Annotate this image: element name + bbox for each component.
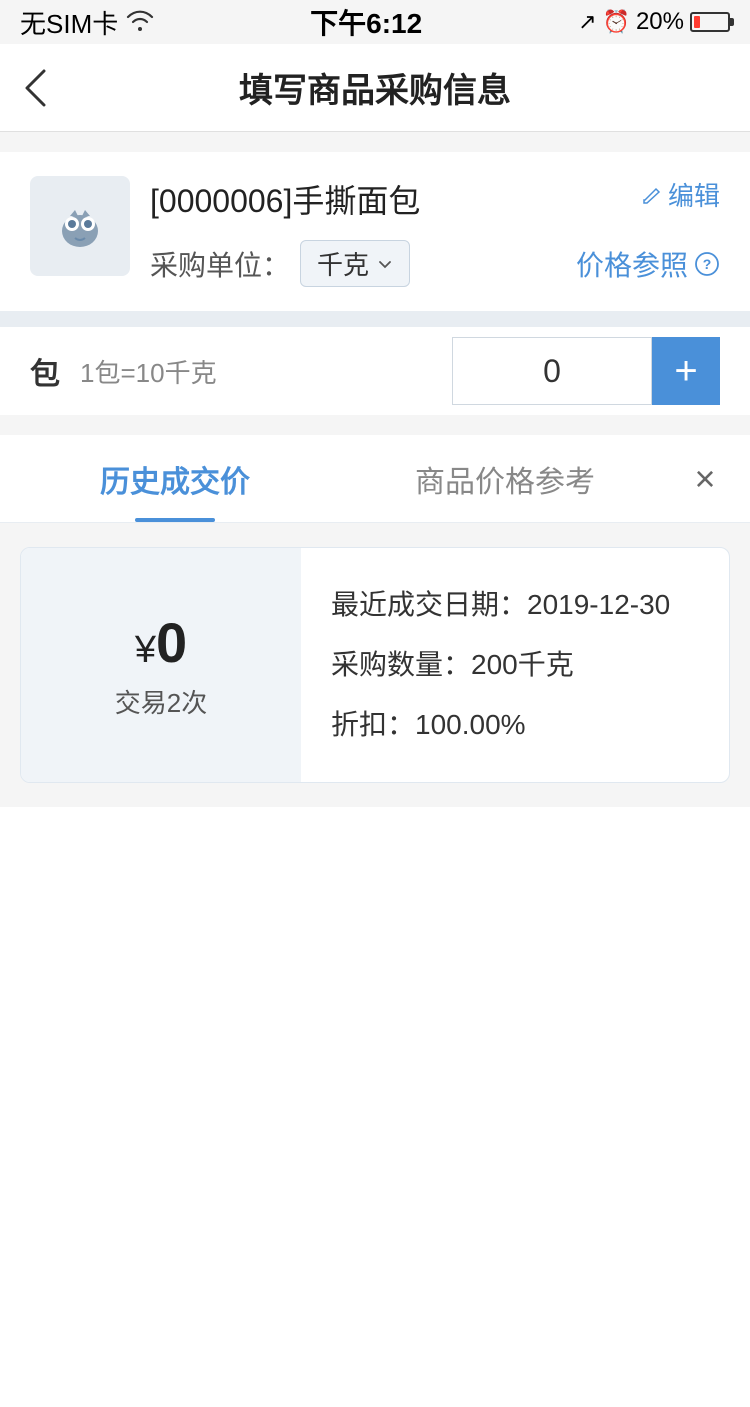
battery-percent: 20%	[636, 8, 684, 36]
edit-button[interactable]: 编辑	[642, 176, 720, 213]
quantity-plus-button[interactable]: +	[652, 337, 720, 405]
discount-row: 折扣：100.00%	[331, 704, 699, 746]
svg-text:?: ?	[703, 256, 712, 272]
tab-underline	[135, 518, 215, 522]
transaction-count: 交易2次	[115, 683, 207, 720]
tabs-container: 历史成交价 商品价格参考 ×	[0, 435, 750, 523]
quantity-unit-label: 包	[30, 349, 60, 393]
product-info: [0000006]手撕面包 编辑 采购单位： 千克 价格参照	[150, 176, 720, 287]
status-bar: 无SIM卡 下午6:12 ↗ ⏰ 20%	[0, 0, 750, 44]
price-card-right: 最近成交日期：2019-12-30 采购数量：200千克 折扣：100.00%	[301, 548, 729, 782]
price-card-left: ¥0 交易2次	[21, 548, 301, 782]
carrier-text: 无SIM卡	[20, 4, 118, 41]
quantity-input-wrap: +	[452, 337, 720, 405]
status-right: ↗ ⏰ 20%	[578, 8, 730, 36]
tab-close-button[interactable]: ×	[670, 458, 740, 500]
price-currency-symbol: ¥	[135, 629, 156, 671]
nav-bar: 填写商品采购信息	[0, 44, 750, 132]
status-time: 下午6:12	[310, 2, 422, 42]
tab-history-price-label: 历史成交价	[100, 457, 250, 501]
wifi-icon	[126, 7, 154, 38]
tab-product-price-ref-label: 商品价格参考	[415, 457, 595, 501]
recent-date-row: 最近成交日期：2019-12-30	[331, 584, 699, 626]
alarm-icon: ⏰	[603, 9, 630, 35]
status-left: 无SIM卡	[20, 4, 154, 41]
product-name: [0000006]手撕面包	[150, 176, 420, 222]
product-header: [0000006]手撕面包 编辑	[150, 176, 720, 222]
unit-selector[interactable]: 千克	[300, 240, 410, 287]
back-button[interactable]	[24, 69, 46, 107]
purchase-qty-row: 采购数量：200千克	[331, 644, 699, 686]
battery-icon	[690, 12, 730, 32]
unit-label: 采购单位：	[150, 244, 290, 284]
price-card: ¥0 交易2次 最近成交日期：2019-12-30 采购数量：200千克 折扣：…	[20, 547, 730, 783]
page-title: 填写商品采购信息	[239, 63, 511, 112]
price-amount: ¥0	[135, 610, 187, 675]
price-reference-button[interactable]: 价格参照 ?	[576, 244, 720, 284]
page-background	[0, 807, 750, 1407]
unit-conversion-label: 1包=10千克	[80, 353, 432, 390]
tab-history-price[interactable]: 历史成交价	[10, 435, 340, 522]
quantity-row: 包 1包=10千克 +	[0, 327, 750, 415]
purchase-unit-row: 采购单位： 千克 价格参照 ?	[150, 240, 720, 287]
tab-product-price-ref[interactable]: 商品价格参考	[340, 435, 670, 522]
product-card: [0000006]手撕面包 编辑 采购单位： 千克 价格参照	[0, 152, 750, 311]
product-image	[30, 176, 130, 276]
section-divider	[0, 311, 750, 327]
quantity-input[interactable]	[452, 337, 652, 405]
location-icon: ↗	[578, 9, 596, 35]
